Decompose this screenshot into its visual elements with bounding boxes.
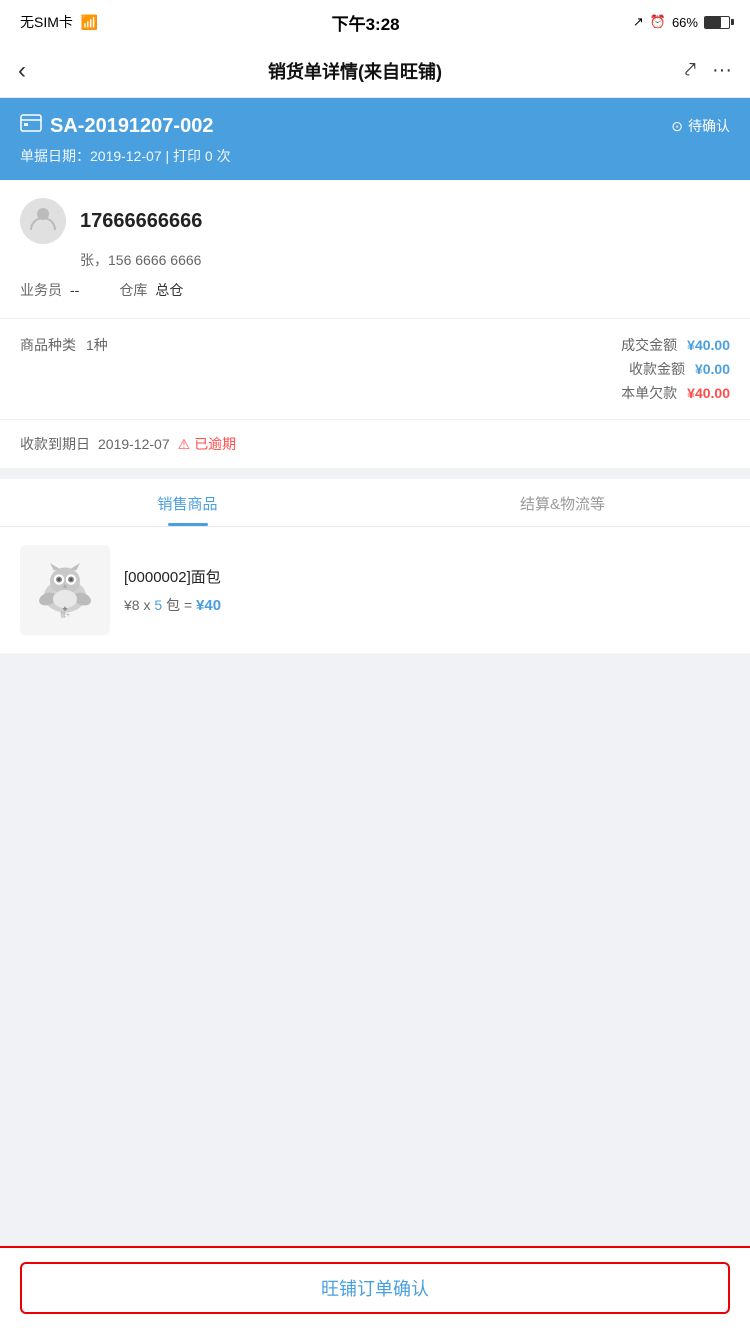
meta-row: 业务员 -- 仓库 总仓 [20, 280, 730, 300]
clock-icon: ⊙ [671, 118, 683, 135]
page-title: 销货单详情(来自旺铺) [58, 58, 652, 84]
warehouse-item: 仓库 总仓 [119, 280, 183, 300]
tab-products[interactable]: 销售商品 [0, 479, 375, 526]
customer-row: 17666666666 [20, 198, 730, 244]
back-button[interactable]: ‹ [18, 57, 58, 85]
status-right: ↗ ⏰ 66% [633, 14, 730, 30]
location-icon: ↗ [633, 14, 644, 30]
owed-item: 本单欠款 ¥40.00 [621, 383, 730, 403]
nav-actions: ⤤ ··· [652, 59, 732, 82]
overdue-text: 已逾期 [194, 434, 236, 454]
avatar [20, 198, 66, 244]
summary-left: 商品种类 1种 [20, 335, 108, 355]
salesperson-value: -- [70, 282, 79, 298]
warehouse-value: 总仓 [155, 280, 183, 300]
overdue-badge: ⚠ 已逾期 [178, 434, 237, 454]
warehouse-label: 仓库 [119, 280, 147, 300]
wifi-icon: 📶 [81, 14, 98, 31]
share-button[interactable]: ⤤ [685, 59, 696, 82]
received-value: ¥0.00 [695, 361, 730, 377]
status-left: 无SIM卡 📶 [20, 12, 98, 32]
product-unit: 包 [166, 597, 180, 613]
order-id: SA-20191207-002 [20, 114, 213, 138]
order-id-row: SA-20191207-002 ⊙ 待确认 [20, 114, 730, 138]
product-price: ¥8 [124, 597, 140, 613]
due-date-value: 2019-12-07 [98, 436, 170, 452]
product-price-row: ¥8 x 5 包 = ¥40 [124, 595, 730, 615]
category-label: 商品种类 [20, 335, 76, 355]
more-button[interactable]: ··· [712, 59, 732, 82]
deal-amount-value: ¥40.00 [687, 337, 730, 353]
confirm-order-button[interactable]: 旺铺订单确认 [20, 1262, 730, 1314]
received-label: 收款金额 [629, 359, 685, 379]
deal-amount-label: 成交金额 [621, 335, 677, 355]
battery-percent: 66% [672, 15, 698, 30]
product-qty: 5 [154, 597, 162, 613]
customer-phone: 17666666666 [80, 210, 202, 233]
bottom-btn-area: 旺铺订单确认 [0, 1246, 750, 1334]
salesperson-label: 业务员 [20, 280, 62, 300]
tab-settlement[interactable]: 结算&物流等 [375, 479, 750, 526]
order-header-card: SA-20191207-002 ⊙ 待确认 单据日期：2019-12-07 | … [0, 98, 750, 180]
multiply-sign: x [143, 597, 154, 613]
customer-name: 张，156 6666 6666 [80, 250, 730, 270]
received-item: 收款金额 ¥0.00 [629, 359, 730, 379]
salesperson-item: 业务员 -- [20, 280, 79, 300]
owl-logo-svg: 管+ [30, 560, 100, 620]
status-time: 下午3:28 [332, 10, 400, 35]
alarm-icon: ⏰ [650, 14, 666, 30]
nav-bar: ‹ 销货单详情(来自旺铺) ⤤ ··· [0, 44, 750, 98]
deal-amount-item: 成交金额 ¥40.00 [621, 335, 730, 355]
product-name: [0000002]面包 [124, 566, 730, 587]
order-date: 单据日期：2019-12-07 | 打印 0 次 [20, 146, 730, 166]
product-total: ¥40 [196, 597, 221, 614]
summary-grid: 商品种类 1种 成交金额 ¥40.00 收款金额 ¥0.00 本单欠款 ¥40.… [20, 335, 730, 403]
product-info: [0000002]面包 ¥8 x 5 包 = ¥40 [124, 566, 730, 615]
avatar-icon [29, 204, 57, 239]
overdue-icon: ⚠ [178, 436, 191, 453]
battery-icon [704, 16, 730, 29]
summary-right: 成交金额 ¥40.00 收款金额 ¥0.00 本单欠款 ¥40.00 [621, 335, 730, 403]
customer-section: 17666666666 张，156 6666 6666 业务员 -- 仓库 总仓 [0, 180, 750, 319]
content-spacer [0, 664, 750, 864]
tabs-bar: 销售商品 结算&物流等 [0, 479, 750, 527]
order-status: ⊙ 待确认 [671, 116, 730, 136]
due-section: 收款到期日 2019-12-07 ⚠ 已逾期 [0, 420, 750, 469]
status-bar: 无SIM卡 📶 下午3:28 ↗ ⏰ 66% [0, 0, 750, 44]
order-icon [20, 114, 42, 138]
owed-label: 本单欠款 [621, 383, 677, 403]
product-thumbnail: 管+ [20, 545, 110, 635]
category-value: 1种 [86, 335, 108, 355]
owed-value: ¥40.00 [687, 385, 730, 401]
due-date-label: 收款到期日 [20, 434, 90, 454]
product-item: 管+ [0000002]面包 ¥8 x 5 包 = ¥40 [0, 527, 750, 654]
equals-sign: = [184, 597, 196, 613]
summary-section: 商品种类 1种 成交金额 ¥40.00 收款金额 ¥0.00 本单欠款 ¥40.… [0, 319, 750, 420]
product-list: 管+ [0000002]面包 ¥8 x 5 包 = ¥40 [0, 527, 750, 654]
carrier-text: 无SIM卡 [20, 12, 73, 32]
